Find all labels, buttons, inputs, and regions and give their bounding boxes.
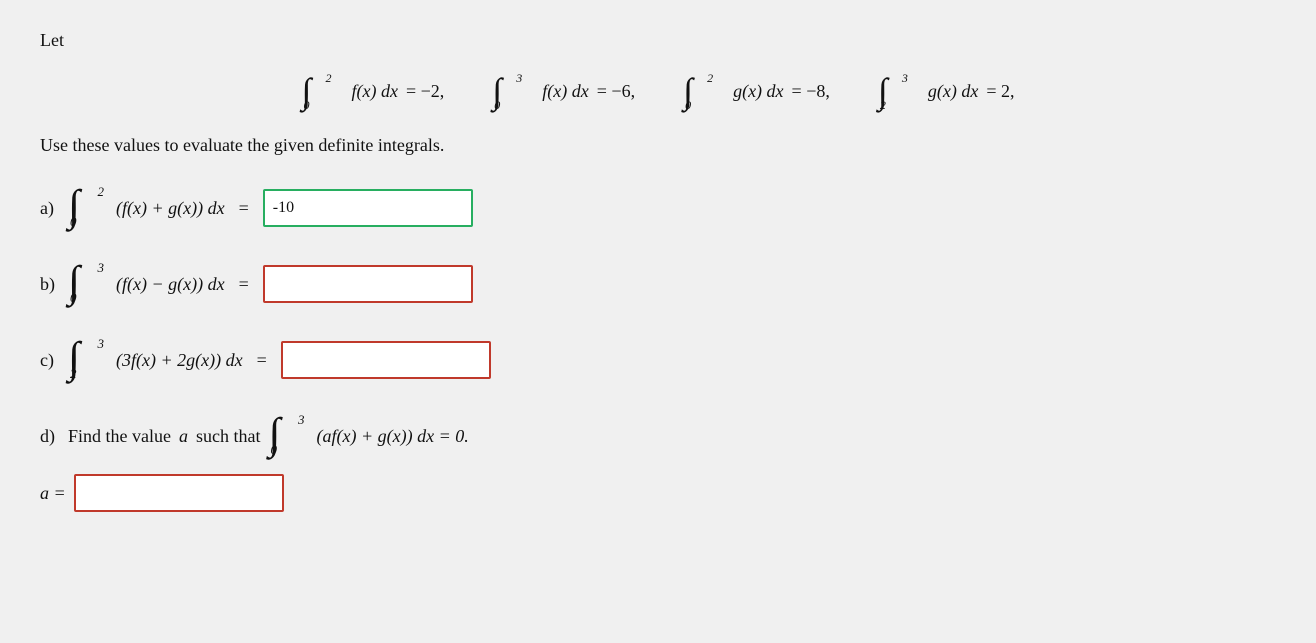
integral-1: ∫ 2 0 f(x) dx = −2, [302,69,445,113]
integral-4: ∫ 3 2 g(x) dx = 2, [878,69,1015,113]
problem-c-expr: (3f(x) + 2g(x)) dx [116,350,243,371]
problem-d-upper: 3 [298,412,305,428]
given-integrals: ∫ 2 0 f(x) dx = −2, ∫ 3 0 f(x) dx = −6, … [40,69,1276,113]
problem-d-line1: d) Find the value a such that ∫ 3 0 (af(… [40,412,1276,460]
problem-a-expr: (f(x) + g(x)) dx [116,198,225,219]
problem-c-label: c) [40,350,60,371]
problem-a-lower: 0 [70,214,77,230]
problem-d-input[interactable] [74,474,284,512]
problem-a-label: a) [40,198,60,219]
let-label: Let [40,30,1276,51]
problem-d-intro: Find the value [68,426,171,447]
problem-a-input[interactable] [263,189,473,227]
problem-d-italic-a: a [179,426,188,447]
problem-c-lower: 2 [70,366,77,382]
problem-d-line2: a = [40,474,1276,512]
problem-b-label: b) [40,274,60,295]
use-line: Use these values to evaluate the given d… [40,135,1276,156]
problem-b-upper: 3 [98,260,105,276]
problem-c-input[interactable] [281,341,491,379]
problem-d-expr: (af(x) + g(x)) dx = 0. [316,426,468,447]
integral-2: ∫ 3 0 f(x) dx = −6, [492,69,635,113]
problem-c-upper: 3 [98,336,105,352]
problem-d-label: d) [40,426,60,447]
problem-b-input[interactable] [263,265,473,303]
problem-a-upper: 2 [98,184,105,200]
problem-c: c) ∫ 3 2 (3f(x) + 2g(x)) dx = [40,336,1276,384]
problem-d: d) Find the value a such that ∫ 3 0 (af(… [40,412,1276,512]
problem-b-lower: 0 [70,290,77,306]
problem-a: a) ∫ 2 0 (f(x) + g(x)) dx = [40,184,1276,232]
problem-b: b) ∫ 3 0 (f(x) − g(x)) dx = [40,260,1276,308]
problem-d-such-that: such that [196,426,261,447]
problem-d-lower: 0 [270,442,277,458]
problem-b-expr: (f(x) − g(x)) dx [116,274,225,295]
integral-3: ∫ 2 0 g(x) dx = −8, [683,69,830,113]
problem-d-a-label: a = [40,483,66,504]
